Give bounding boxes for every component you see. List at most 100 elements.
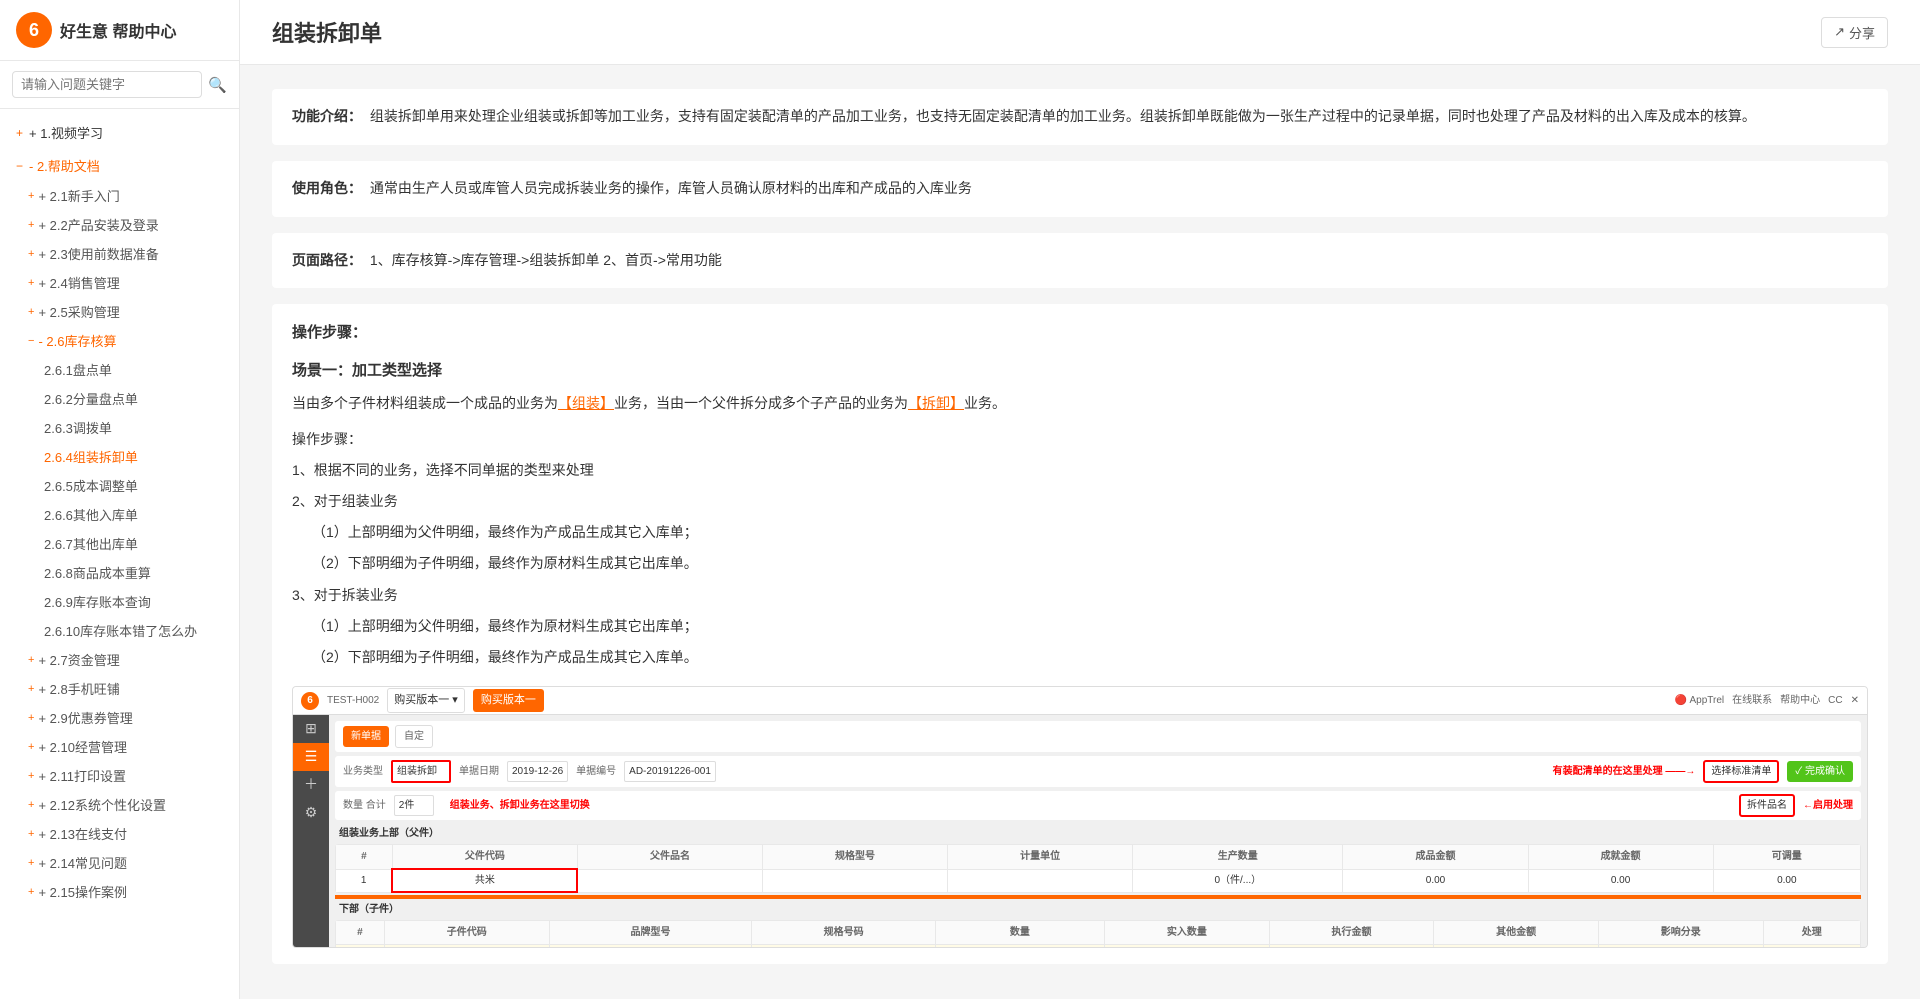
sidebar-item-cases[interactable]: + + 2.15操作案例	[0, 877, 239, 906]
cell-unit	[948, 869, 1133, 892]
sub-col-actual: 实入数量	[1105, 921, 1270, 945]
sidebar-item-prepare[interactable]: + + 2.3使用前数据准备	[0, 239, 239, 268]
mock-toolbar: 新单据 自定	[335, 721, 1861, 752]
logo-area: 6 好生意 帮助中心	[0, 0, 239, 61]
cell-amt1: 0.00	[1343, 869, 1528, 892]
search-input[interactable]	[12, 71, 202, 98]
sub-col-other: 其他金额	[1434, 921, 1599, 945]
sidebar-item-docs[interactable]: − - 2.帮助文档	[0, 150, 239, 181]
mock-home-icon: ⊞	[293, 715, 329, 743]
plus-icon-faq: +	[28, 857, 34, 869]
plus-icon-online-pay: +	[28, 828, 34, 840]
mock-settings-icon: ⚙	[293, 799, 329, 827]
main-header: 组装拆卸单 ↗ 分享	[240, 0, 1920, 65]
plus-icon-capital: +	[28, 654, 34, 666]
sidebar-item-inventory-266[interactable]: 2.6.6其他入库单	[0, 500, 239, 529]
mock-confirm-btn[interactable]: ✓ 完成确认	[1787, 761, 1853, 782]
mock-code-input[interactable]: AD-20191226-001	[624, 761, 716, 782]
table-row: 1 共米 0（件/...） 0.00 0.00	[336, 869, 1861, 892]
intro-text: 组装拆卸单用来处理企业组装或拆卸等加工业务，支持有固定装配清单的产品加工业务，也…	[370, 108, 1756, 124]
path-card: 页面路径： 1、库存核算->库存管理->组装拆卸单 2、首页->常用功能	[272, 233, 1888, 289]
ops-title: 操作步骤：	[292, 320, 1868, 346]
step1: 1、根据不同的业务，选择不同单据的类型来处理	[292, 458, 1868, 483]
sidebar-item-inventory-2610[interactable]: 2.6.10库存账本错了怎么办	[0, 616, 239, 645]
sidebar-item-inventory-267[interactable]: 2.6.7其他出库单	[0, 529, 239, 558]
mock-type-select[interactable]: 组装拆卸	[391, 760, 451, 783]
mock-standard-list-btn[interactable]: 选择标准清单	[1703, 760, 1779, 783]
mock-date-input[interactable]: 2019-12-26	[507, 761, 568, 782]
plus-icon-print: +	[28, 770, 34, 782]
plus-icon-operation: +	[28, 741, 34, 753]
mock-tab-custom[interactable]: 自定	[395, 725, 433, 748]
share-button[interactable]: ↗ 分享	[1821, 17, 1888, 48]
sidebar-item-system[interactable]: + + 2.12系统个性化设置	[0, 790, 239, 819]
sidebar-item-inventory-263[interactable]: 2.6.3调拨单	[0, 413, 239, 442]
plus-icon-mobile: +	[28, 683, 34, 695]
plus-icon-install: +	[28, 219, 34, 231]
plus-icon-purchase: +	[28, 306, 34, 318]
mock-topbar: 6 TEST-H002 购买版本一 ▾ 购买版本一 🔴 AppTrel 在线联系…	[293, 687, 1867, 715]
scenario-title: 场景一：加工类型选择	[292, 358, 1868, 384]
sidebar-item-operation[interactable]: + + 2.10经营管理	[0, 732, 239, 761]
search-button[interactable]: 🔍	[208, 76, 227, 94]
share-label: 分享	[1849, 23, 1875, 42]
highlight-assembly: 【组装】	[558, 395, 614, 411]
steps-card: 操作步骤： 场景一：加工类型选择 当由多个子件材料组装成一个成品的业务为【组装】…	[272, 304, 1888, 964]
sidebar: 6 好生意 帮助中心 🔍 + + 1.视频学习 − - 2.帮助文档 + + 2…	[0, 0, 240, 999]
mock-add-icon: ＋	[293, 771, 329, 799]
sub-table-row-1: 1 项目1 品牌代码+1 品牌规格1 （必+1） 30.00 160	[336, 945, 1861, 948]
minus-icon-inventory: −	[28, 335, 34, 347]
sidebar-item-inventory-268[interactable]: 2.6.8商品成本重算	[0, 558, 239, 587]
mock-qty-input[interactable]: 2件	[394, 795, 434, 816]
mock-content-area: 新单据 自定 业务类型 组装拆卸 单据日期 2019-12-26 单据编号	[329, 715, 1867, 947]
sidebar-item-inventory-264[interactable]: 2.6.4组装拆卸单	[0, 442, 239, 471]
sidebar-item-online-pay[interactable]: + + 2.13在线支付	[0, 819, 239, 848]
sidebar-item-inventory-265[interactable]: 2.6.5成本调整单	[0, 471, 239, 500]
sidebar-item-inventory[interactable]: − - 2.6库存核算	[0, 326, 239, 355]
sidebar-item-newcomer[interactable]: + + 2.1新手入门	[0, 181, 239, 210]
sidebar-item-video[interactable]: + + 1.视频学习	[0, 117, 239, 148]
step3: 3、对于拆装业务	[292, 583, 1868, 608]
mock-new-btn[interactable]: 购买版本一	[473, 689, 544, 712]
screenshot-container: 6 TEST-H002 购买版本一 ▾ 购买版本一 🔴 AppTrel 在线联系…	[292, 686, 1868, 948]
mock-tab-new[interactable]: 新单据	[343, 726, 389, 747]
sub-col-num: #	[336, 921, 385, 945]
intro-card: 功能介绍： 组装拆卸单用来处理企业组装或拆卸等加工业务，支持有固定装配清单的产品…	[272, 89, 1888, 145]
step3-1: （1）上部明细为父件明细，最终作为原材料生成其它出库单；	[292, 614, 1868, 639]
cell-avail: 0.00	[1713, 869, 1860, 892]
scenario-desc: 当由多个子件材料组装成一个成品的业务为【组装】业务，当由一个父件拆分成多个子产品…	[292, 391, 1868, 416]
screenshot-inner: 6 TEST-H002 购买版本一 ▾ 购买版本一 🔴 AppTrel 在线联系…	[293, 687, 1867, 947]
plus-icon-prepare: +	[28, 248, 34, 260]
mock-version-select[interactable]: 购买版本一 ▾	[387, 688, 465, 713]
mock-menu-3: 帮助中心	[1780, 692, 1820, 709]
col-amount2: 成就金额	[1528, 845, 1713, 870]
sidebar-item-inventory-261[interactable]: 2.6.1盘点单	[0, 355, 239, 384]
sidebar-item-inventory-269[interactable]: 2.6.9库存账本查询	[0, 587, 239, 616]
plus-icon-sales: +	[28, 277, 34, 289]
nav-section-docs: − - 2.帮助文档 + + 2.1新手入门 + + 2.2产品安装及登录 + …	[0, 150, 239, 906]
sidebar-item-print[interactable]: + + 2.11打印设置	[0, 761, 239, 790]
search-area: 🔍	[0, 61, 239, 109]
path-label: 页面路径：	[292, 252, 362, 268]
mock-form-row: 业务类型 组装拆卸 单据日期 2019-12-26 单据编号 AD-201912…	[335, 756, 1861, 787]
sidebar-item-sales[interactable]: + + 2.4销售管理	[0, 268, 239, 297]
sub-col-qty: 数量	[935, 921, 1104, 945]
sidebar-item-mobile[interactable]: + + 2.8手机旺铺	[0, 674, 239, 703]
sidebar-item-capital[interactable]: + + 2.7资金管理	[0, 645, 239, 674]
mock-qty-row: 数量 合计 2件 组装业务、拆卸业务在这里切换 拆件品名 ←启用处理	[335, 791, 1861, 820]
logo-text: 好生意 帮助中心	[60, 18, 176, 42]
mock-child-label: 下部（子件）	[339, 901, 399, 918]
sidebar-item-faq[interactable]: + + 2.14常见问题	[0, 848, 239, 877]
step2-1: （1）上部明细为父件明细，最终作为产成品生成其它入库单；	[292, 520, 1868, 545]
mock-subtype-select[interactable]: 拆件品名	[1739, 794, 1795, 817]
sidebar-item-install[interactable]: + + 2.2产品安装及登录	[0, 210, 239, 239]
sidebar-item-inventory-262[interactable]: 2.6.2分量盘点单	[0, 384, 239, 413]
sidebar-item-coupon[interactable]: + + 2.9优惠券管理	[0, 703, 239, 732]
sidebar-item-purchase[interactable]: + + 2.5采购管理	[0, 297, 239, 326]
mock-company: TEST-H002	[327, 692, 379, 709]
col-spec: 规格型号	[763, 845, 948, 870]
mock-child-table: # 子件代码 品牌型号 规格号码 数量 实入数量 执行金额 其他	[335, 920, 1861, 947]
logo-icon: 6	[16, 12, 52, 48]
plus-icon-cases: +	[28, 886, 34, 898]
mock-logo-icon: 6	[301, 692, 319, 710]
